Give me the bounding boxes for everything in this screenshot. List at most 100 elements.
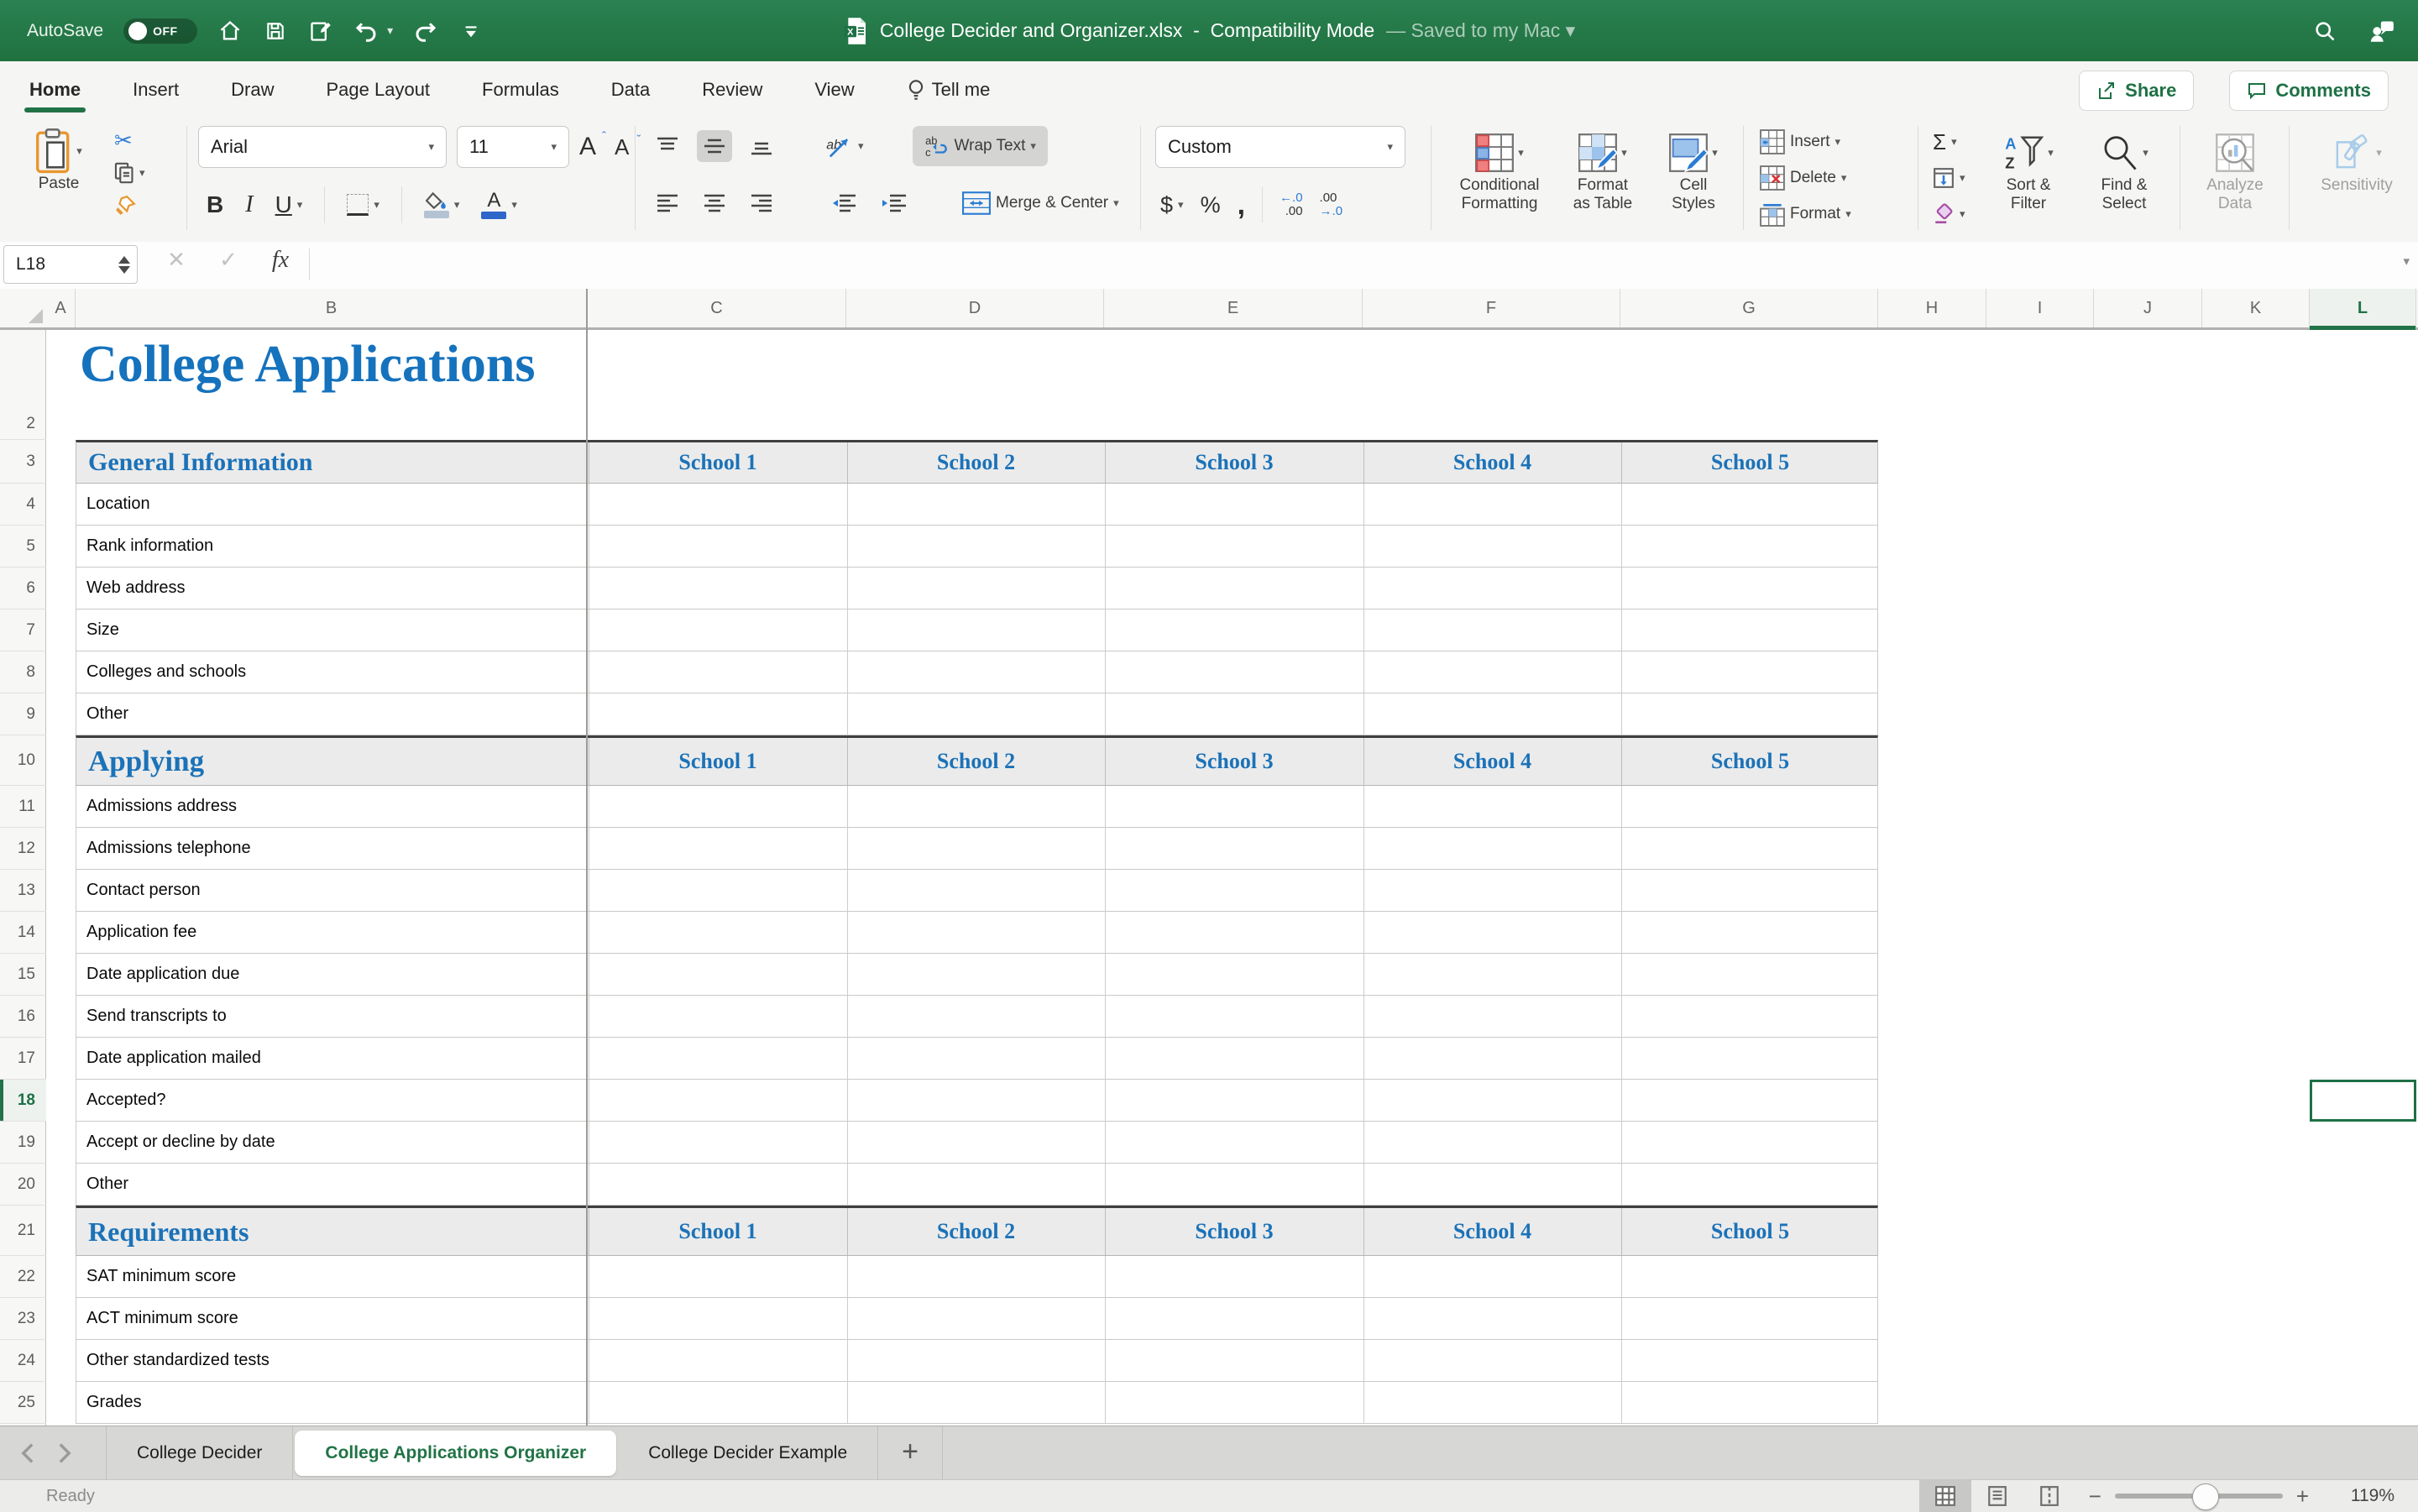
- font-size-select[interactable]: 11 ▾: [457, 126, 569, 168]
- worksheet[interactable]: 2 3 4 5 6 7 8 9 10 11 12 13 14 15 16 17 18 19 20 21 22 23 24 25…: [0, 330, 2418, 1426]
- table-row[interactable]: Grades: [76, 1382, 1878, 1424]
- zoom-in-button[interactable]: +: [2283, 1483, 2322, 1509]
- column-header-B[interactable]: B: [76, 289, 588, 327]
- contact-presence-icon[interactable]: [2369, 18, 2394, 44]
- saved-status-dropdown-icon[interactable]: ▾: [1566, 19, 1576, 41]
- search-icon[interactable]: [2312, 18, 2337, 44]
- sort-filter-dropdown-icon[interactable]: ▾: [2048, 146, 2054, 160]
- borders-dropdown-icon[interactable]: ▾: [374, 198, 379, 212]
- table-row[interactable]: Accepted?: [76, 1080, 1878, 1122]
- paste-button[interactable]: ▾ Paste: [15, 128, 102, 193]
- merge-center-dropdown-icon[interactable]: ▾: [1113, 196, 1119, 210]
- table-row[interactable]: Other standardized tests: [76, 1340, 1878, 1382]
- delete-cells-dropdown-icon[interactable]: ▾: [1841, 171, 1847, 185]
- column-header-E[interactable]: E: [1104, 289, 1363, 327]
- increase-decimal-button[interactable]: ←.0.00: [1280, 191, 1303, 218]
- cancel-entry-icon[interactable]: ✕: [160, 247, 193, 273]
- page-break-view-button[interactable]: [2023, 1480, 2075, 1512]
- sort-filter-button[interactable]: AZ ▾ Sort & Filter: [1988, 129, 2069, 213]
- font-color-button[interactable]: A ▾: [481, 190, 517, 219]
- fill-button[interactable]: ▾: [1933, 165, 1965, 191]
- table-row[interactable]: Application fee: [76, 912, 1878, 954]
- undo-icon[interactable]: [353, 18, 379, 44]
- next-sheet-icon[interactable]: [57, 1442, 72, 1464]
- wrap-text-dropdown-icon[interactable]: ▾: [1030, 139, 1036, 153]
- row-header-9[interactable]: 9: [0, 693, 46, 735]
- table-row[interactable]: Other: [76, 1164, 1878, 1206]
- section-header-row[interactable]: Requirements School 1 School 2 School 3 Scho…: [76, 1206, 1878, 1256]
- column-header-G[interactable]: G: [1620, 289, 1878, 327]
- borders-button[interactable]: ▾: [347, 192, 379, 217]
- table-row[interactable]: Size: [76, 610, 1878, 651]
- orientation-dropdown-icon[interactable]: ▾: [858, 139, 864, 153]
- table-row[interactable]: Other: [76, 693, 1878, 735]
- row-header-20[interactable]: 20: [0, 1164, 46, 1206]
- comma-format-button[interactable]: ,: [1238, 191, 1245, 219]
- name-box[interactable]: L18: [3, 245, 138, 284]
- add-sheet-button[interactable]: +: [878, 1426, 944, 1480]
- tab-review[interactable]: Review: [700, 61, 764, 118]
- section-header-row[interactable]: General Information School 1 School 2 Schoo…: [76, 440, 1878, 484]
- increase-indent-button[interactable]: [875, 187, 913, 219]
- align-bottom-button[interactable]: [744, 130, 779, 162]
- column-header-D[interactable]: D: [846, 289, 1104, 327]
- tab-page-layout[interactable]: Page Layout: [325, 61, 432, 118]
- percent-format-button[interactable]: %: [1201, 192, 1221, 218]
- orientation-button[interactable]: ab ▾: [824, 133, 864, 159]
- font-color-dropdown-icon[interactable]: ▾: [511, 198, 517, 212]
- insert-cells-dropdown-icon[interactable]: ▾: [1835, 135, 1841, 149]
- currency-format-button[interactable]: $ ▾: [1160, 192, 1184, 217]
- table-row[interactable]: Date application mailed: [76, 1038, 1878, 1080]
- find-select-button[interactable]: ▾ Find & Select: [2082, 129, 2166, 213]
- save-as-icon[interactable]: [308, 18, 333, 44]
- tab-draw[interactable]: Draw: [229, 61, 275, 118]
- sheet-tab-college-decider[interactable]: College Decider: [106, 1426, 294, 1480]
- find-select-dropdown-icon[interactable]: ▾: [2143, 146, 2148, 160]
- row-header-22[interactable]: 22: [0, 1256, 46, 1298]
- row-header-21[interactable]: 21: [0, 1206, 46, 1256]
- row-header-17[interactable]: 17: [0, 1038, 46, 1080]
- customize-toolbar-icon[interactable]: [458, 18, 484, 44]
- column-header-F[interactable]: F: [1363, 289, 1620, 327]
- fill-dropdown-icon[interactable]: ▾: [1960, 171, 1965, 185]
- formula-bar-expand-icon[interactable]: ▾: [2403, 254, 2410, 269]
- sensitivity-dropdown-icon[interactable]: ▾: [2376, 146, 2382, 160]
- align-center-button[interactable]: [697, 187, 732, 219]
- name-box-stepper[interactable]: [118, 255, 130, 274]
- clear-button[interactable]: ▾: [1933, 201, 1965, 227]
- column-header-A[interactable]: A: [46, 289, 76, 327]
- row-header-11[interactable]: 11: [0, 786, 46, 828]
- undo-dropdown-icon[interactable]: ▾: [387, 24, 393, 38]
- row-header-6[interactable]: 6: [0, 568, 46, 610]
- row-header-12[interactable]: 12: [0, 828, 46, 870]
- table-row[interactable]: Admissions telephone: [76, 828, 1878, 870]
- table-row[interactable]: Accept or decline by date: [76, 1122, 1878, 1164]
- table-row[interactable]: Admissions address: [76, 786, 1878, 828]
- insert-function-icon[interactable]: fx: [264, 247, 297, 274]
- comments-button[interactable]: Comments: [2229, 71, 2389, 111]
- row-header-4[interactable]: 4: [0, 484, 46, 526]
- row-header-7[interactable]: 7: [0, 610, 46, 651]
- format-as-table-dropdown-icon[interactable]: ▾: [1621, 146, 1627, 160]
- table-row[interactable]: Location: [76, 484, 1878, 526]
- sheet-tab-college-decider-example[interactable]: College Decider Example: [618, 1426, 879, 1480]
- row-header-13[interactable]: 13: [0, 870, 46, 912]
- cut-button[interactable]: ✂: [114, 128, 145, 153]
- sheet-tab-college-applications-organizer[interactable]: College Applications Organizer: [295, 1431, 617, 1476]
- column-header-L[interactable]: L: [2310, 289, 2416, 330]
- insert-cells-button[interactable]: Insert ▾: [1760, 129, 1851, 154]
- share-button[interactable]: Share: [2079, 71, 2195, 111]
- align-top-button[interactable]: [650, 130, 685, 162]
- fill-color-button[interactable]: ▾: [423, 191, 460, 218]
- fill-color-dropdown-icon[interactable]: ▾: [454, 198, 460, 212]
- home-icon[interactable]: [217, 18, 243, 44]
- decrease-decimal-button[interactable]: .00 →.0: [1320, 191, 1343, 218]
- confirm-entry-icon[interactable]: ✓: [212, 247, 245, 273]
- format-cells-button[interactable]: Format ▾: [1760, 201, 1851, 227]
- column-header-H[interactable]: H: [1878, 289, 1986, 327]
- align-middle-button[interactable]: [697, 130, 732, 162]
- wrap-text-button[interactable]: ab c Wrap Text ▾: [912, 126, 1048, 166]
- conditional-formatting-button[interactable]: ▾ Conditional Formatting: [1446, 129, 1553, 213]
- autosum-button[interactable]: Σ ▾: [1933, 129, 1965, 154]
- formula-input[interactable]: [311, 242, 2384, 287]
